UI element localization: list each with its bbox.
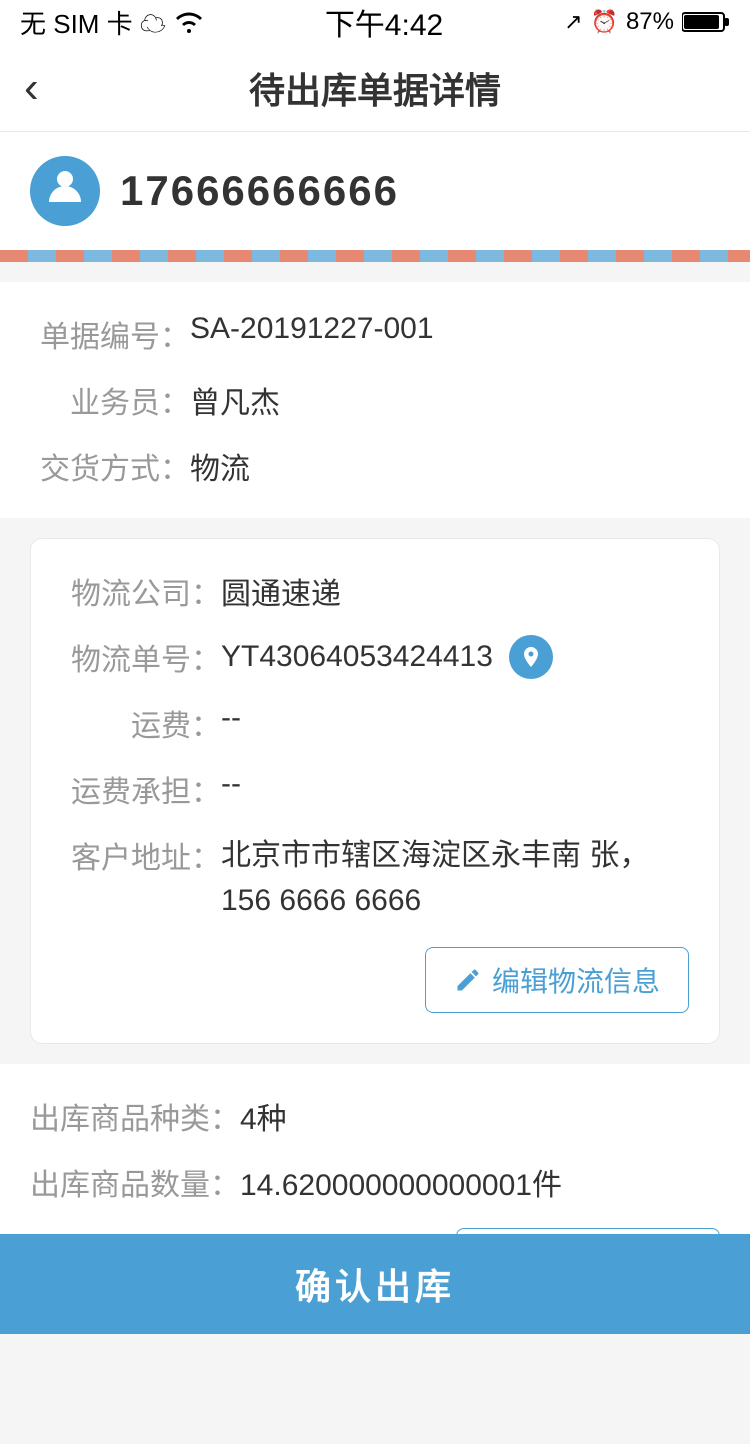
freight-row: 运费： -- <box>61 701 689 745</box>
tracking-row: 物流单号： YT43064053424413 <box>61 635 689 679</box>
freight-responsibility-row: 运费承担： -- <box>61 767 689 811</box>
back-button[interactable]: ‹ <box>24 66 39 110</box>
customer-header: 17666666666 <box>0 132 750 250</box>
goods-quantity-label: 出库商品数量： <box>30 1160 240 1204</box>
status-right: ↗ ⏰ 87% <box>564 8 730 36</box>
customer-phone: 17666666666 <box>120 167 399 215</box>
address-label: 客户地址： <box>61 833 221 877</box>
sim-status: 无 SIM 卡 ☁ <box>20 4 166 41</box>
alarm-icon: ⏰ <box>591 9 618 35</box>
salesperson-value: 曾凡杰 <box>190 378 720 422</box>
status-left: 无 SIM 卡 ☁ <box>20 4 204 41</box>
bottom-spacer <box>0 1324 750 1444</box>
order-number-value: SA-20191227-001 <box>190 312 720 346</box>
avatar <box>30 156 100 226</box>
dashed-border <box>0 250 750 262</box>
logistics-card: 物流公司： 圆通速递 物流单号： YT43064053424413 运费： --… <box>30 538 720 1044</box>
status-bar: 无 SIM 卡 ☁ 下午4:42 ↗ ⏰ 87% <box>0 0 750 44</box>
edit-icon <box>454 966 482 994</box>
tracking-label: 物流单号： <box>61 635 221 679</box>
confirm-button[interactable]: 确认出库 <box>0 1234 750 1334</box>
goods-quantity-value: 14.620000000000001件 <box>240 1160 720 1204</box>
tracking-number: YT43064053424413 <box>221 640 493 674</box>
location-icon[interactable] <box>509 635 553 679</box>
nav-bar: ‹ 待出库单据详情 <box>0 44 750 132</box>
logistics-company-value: 圆通速递 <box>221 569 689 613</box>
address-value: 北京市市辖区海淀区永丰南 张，156 6666 6666 <box>221 833 689 923</box>
edit-logistics-label: 编辑物流信息 <box>492 960 660 1000</box>
battery-percent: 87% <box>626 8 674 36</box>
freight-responsibility-value: -- <box>221 767 689 801</box>
salesperson-label: 业务员： <box>30 378 190 422</box>
person-svg <box>45 166 85 206</box>
goods-types-label: 出库商品种类： <box>30 1094 240 1138</box>
order-info-section: 单据编号： SA-20191227-001 业务员： 曾凡杰 交货方式： 物流 <box>0 282 750 518</box>
freight-responsibility-label: 运费承担： <box>61 767 221 811</box>
freight-label: 运费： <box>61 701 221 745</box>
delivery-method-value: 物流 <box>190 444 720 488</box>
battery-icon <box>682 10 730 34</box>
edit-logistics-button[interactable]: 编辑物流信息 <box>425 947 689 1013</box>
delivery-method-row: 交货方式： 物流 <box>30 444 720 488</box>
goods-quantity-row: 出库商品数量： 14.620000000000001件 <box>30 1160 720 1204</box>
salesperson-row: 业务员： 曾凡杰 <box>30 378 720 422</box>
tracking-value: YT43064053424413 <box>221 635 689 679</box>
page-title: 待出库单据详情 <box>249 62 501 114</box>
order-number-label: 单据编号： <box>30 312 190 356</box>
person-icon <box>45 166 85 216</box>
logistics-company-row: 物流公司： 圆通速递 <box>61 569 689 613</box>
freight-value: -- <box>221 701 689 735</box>
address-row: 客户地址： 北京市市辖区海淀区永丰南 张，156 6666 6666 <box>61 833 689 923</box>
location-svg <box>519 645 543 669</box>
logistics-company-label: 物流公司： <box>61 569 221 613</box>
goods-types-value: 4种 <box>240 1094 720 1138</box>
order-number-row: 单据编号： SA-20191227-001 <box>30 312 720 356</box>
navigation-icon: ↗ <box>564 9 582 35</box>
confirm-label: 确认出库 <box>295 1258 455 1310</box>
delivery-method-label: 交货方式： <box>30 444 190 488</box>
status-time: 下午4:42 <box>325 0 443 44</box>
goods-types-row: 出库商品种类： 4种 <box>30 1094 720 1138</box>
wifi-icon <box>174 11 204 33</box>
edit-logistics-section: 编辑物流信息 <box>61 947 689 1013</box>
